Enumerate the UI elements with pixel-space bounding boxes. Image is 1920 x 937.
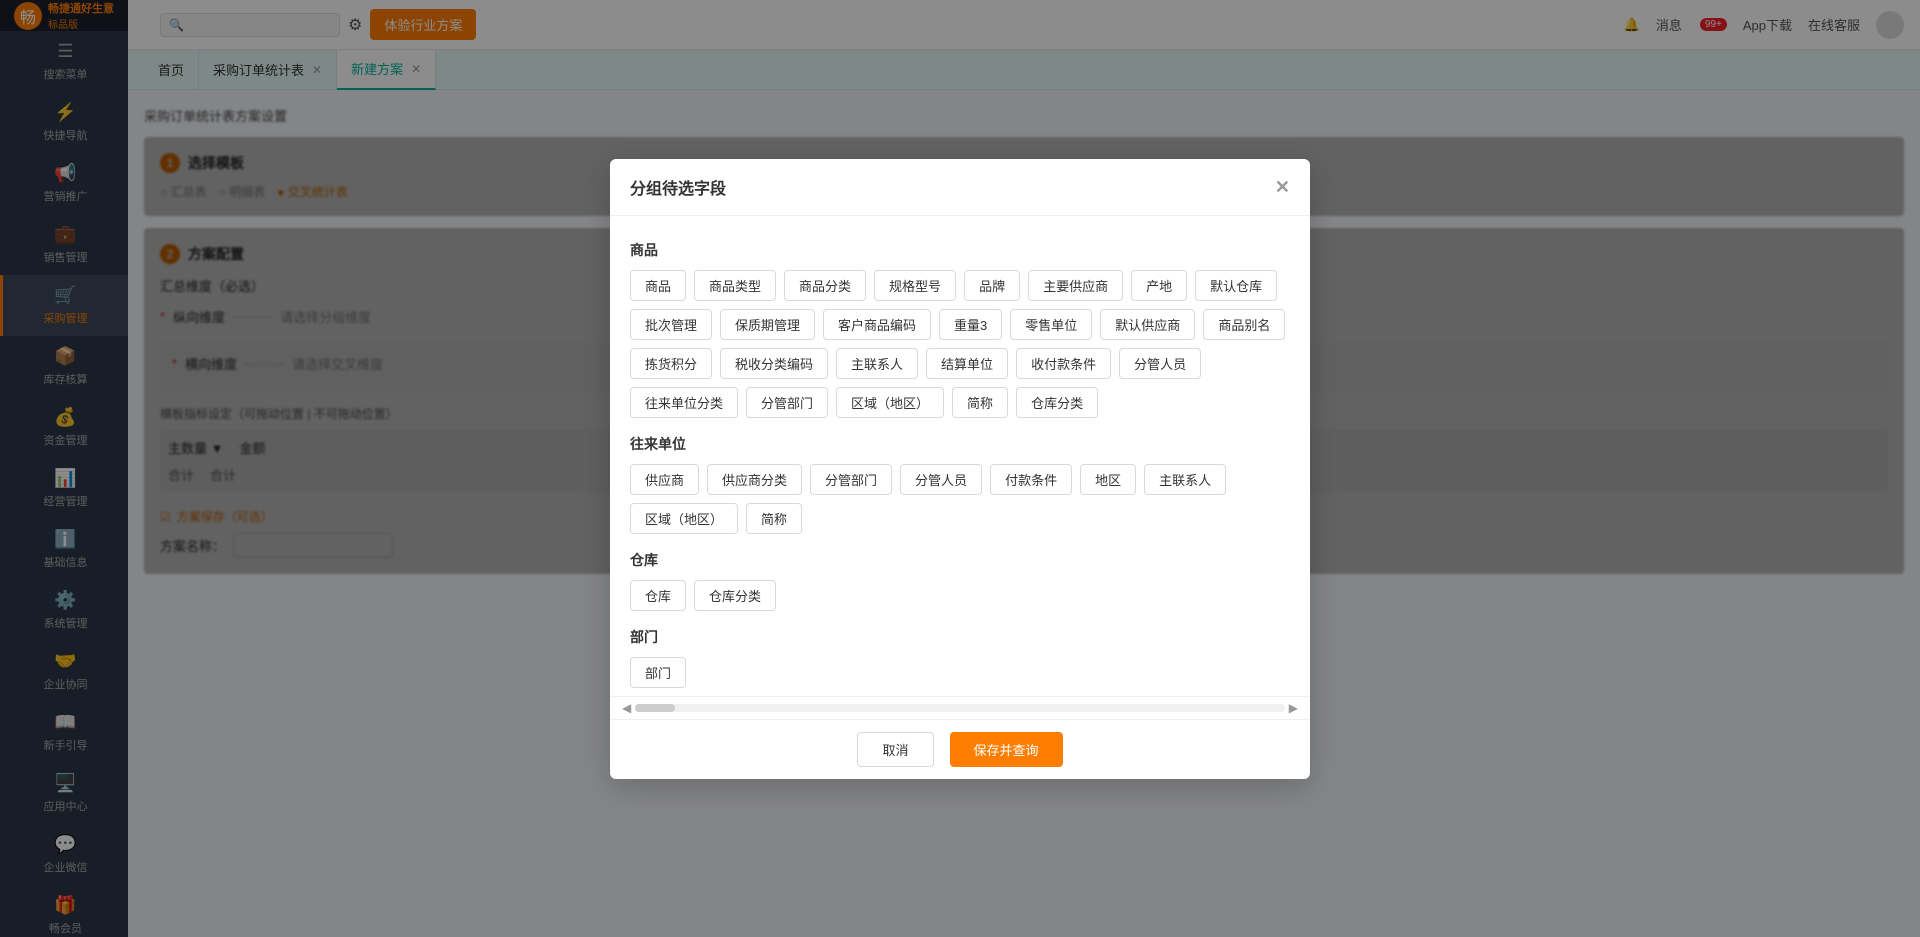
field-tag-0-20[interactable]: 分管人员: [1119, 348, 1201, 379]
modal-body: 商品商品商品类型商品分类规格型号品牌主要供应商产地默认仓库批次管理保质期管理客户…: [610, 216, 1310, 696]
field-tag-1-6[interactable]: 主联系人: [1144, 464, 1226, 495]
field-tag-0-21[interactable]: 往来单位分类: [630, 387, 738, 418]
field-tag-1-5[interactable]: 地区: [1080, 464, 1136, 495]
field-tag-0-16[interactable]: 税收分类编码: [720, 348, 828, 379]
section-tags-3: 部门: [630, 657, 1290, 688]
modal-close-btn[interactable]: ✕: [1275, 178, 1290, 196]
field-tag-0-2[interactable]: 商品分类: [784, 270, 866, 301]
modal-header: 分组待选字段 ✕: [610, 159, 1310, 216]
field-tag-0-5[interactable]: 主要供应商: [1028, 270, 1123, 301]
field-tag-0-1[interactable]: 商品类型: [694, 270, 776, 301]
modal-title: 分组待选字段: [630, 175, 726, 199]
field-tag-0-18[interactable]: 结算单位: [926, 348, 1008, 379]
field-tag-0-11[interactable]: 重量3: [939, 309, 1002, 340]
field-tag-1-8[interactable]: 简称: [746, 503, 802, 534]
field-tag-0-9[interactable]: 保质期管理: [720, 309, 815, 340]
field-tag-0-14[interactable]: 商品别名: [1203, 309, 1285, 340]
field-tag-3-0[interactable]: 部门: [630, 657, 686, 688]
confirm-button[interactable]: 保存并查询: [950, 732, 1063, 767]
field-tag-1-3[interactable]: 分管人员: [900, 464, 982, 495]
field-select-modal: 分组待选字段 ✕ 商品商品商品类型商品分类规格型号品牌主要供应商产地默认仓库批次…: [610, 159, 1310, 779]
field-tag-1-1[interactable]: 供应商分类: [707, 464, 802, 495]
field-tag-2-0[interactable]: 仓库: [630, 580, 686, 611]
field-tag-0-4[interactable]: 品牌: [964, 270, 1020, 301]
field-tag-0-23[interactable]: 区域（地区）: [836, 387, 944, 418]
section-title-1: 往来单位: [630, 434, 1290, 454]
field-tag-0-12[interactable]: 零售单位: [1010, 309, 1092, 340]
field-tag-0-25[interactable]: 仓库分类: [1016, 387, 1098, 418]
field-tag-0-19[interactable]: 收付款条件: [1016, 348, 1111, 379]
field-tag-1-0[interactable]: 供应商: [630, 464, 699, 495]
field-tag-0-17[interactable]: 主联系人: [836, 348, 918, 379]
hscroll-track: [635, 704, 1285, 712]
field-tag-1-7[interactable]: 区域（地区）: [630, 503, 738, 534]
field-tag-0-6[interactable]: 产地: [1131, 270, 1187, 301]
field-tag-1-4[interactable]: 付款条件: [990, 464, 1072, 495]
hscroll-thumb: [635, 704, 675, 712]
hscroll-right-arrow[interactable]: ▶: [1285, 701, 1302, 715]
section-title-2: 仓库: [630, 550, 1290, 570]
field-tag-0-10[interactable]: 客户商品编码: [823, 309, 931, 340]
section-title-0: 商品: [630, 240, 1290, 260]
field-tag-0-7[interactable]: 默认仓库: [1195, 270, 1277, 301]
modal-hscroll: ◀ ▶: [610, 696, 1310, 719]
field-tag-0-22[interactable]: 分管部门: [746, 387, 828, 418]
field-tag-0-0[interactable]: 商品: [630, 270, 686, 301]
hscroll-left-arrow[interactable]: ◀: [618, 701, 635, 715]
field-tag-0-8[interactable]: 批次管理: [630, 309, 712, 340]
modal-footer: 取消 保存并查询: [610, 719, 1310, 779]
section-tags-0: 商品商品类型商品分类规格型号品牌主要供应商产地默认仓库批次管理保质期管理客户商品…: [630, 270, 1290, 418]
field-tag-1-2[interactable]: 分管部门: [810, 464, 892, 495]
cancel-button[interactable]: 取消: [857, 732, 933, 767]
section-title-3: 部门: [630, 627, 1290, 647]
field-tag-2-1[interactable]: 仓库分类: [694, 580, 776, 611]
field-tag-0-3[interactable]: 规格型号: [874, 270, 956, 301]
section-tags-2: 仓库仓库分类: [630, 580, 1290, 611]
section-tags-1: 供应商供应商分类分管部门分管人员付款条件地区主联系人区域（地区） 简称: [630, 464, 1290, 534]
modal-overlay: 分组待选字段 ✕ 商品商品商品类型商品分类规格型号品牌主要供应商产地默认仓库批次…: [0, 0, 1920, 937]
field-tag-0-15[interactable]: 拣货积分: [630, 348, 712, 379]
field-tag-0-13[interactable]: 默认供应商: [1100, 309, 1195, 340]
field-tag-0-24[interactable]: 简称: [952, 387, 1008, 418]
